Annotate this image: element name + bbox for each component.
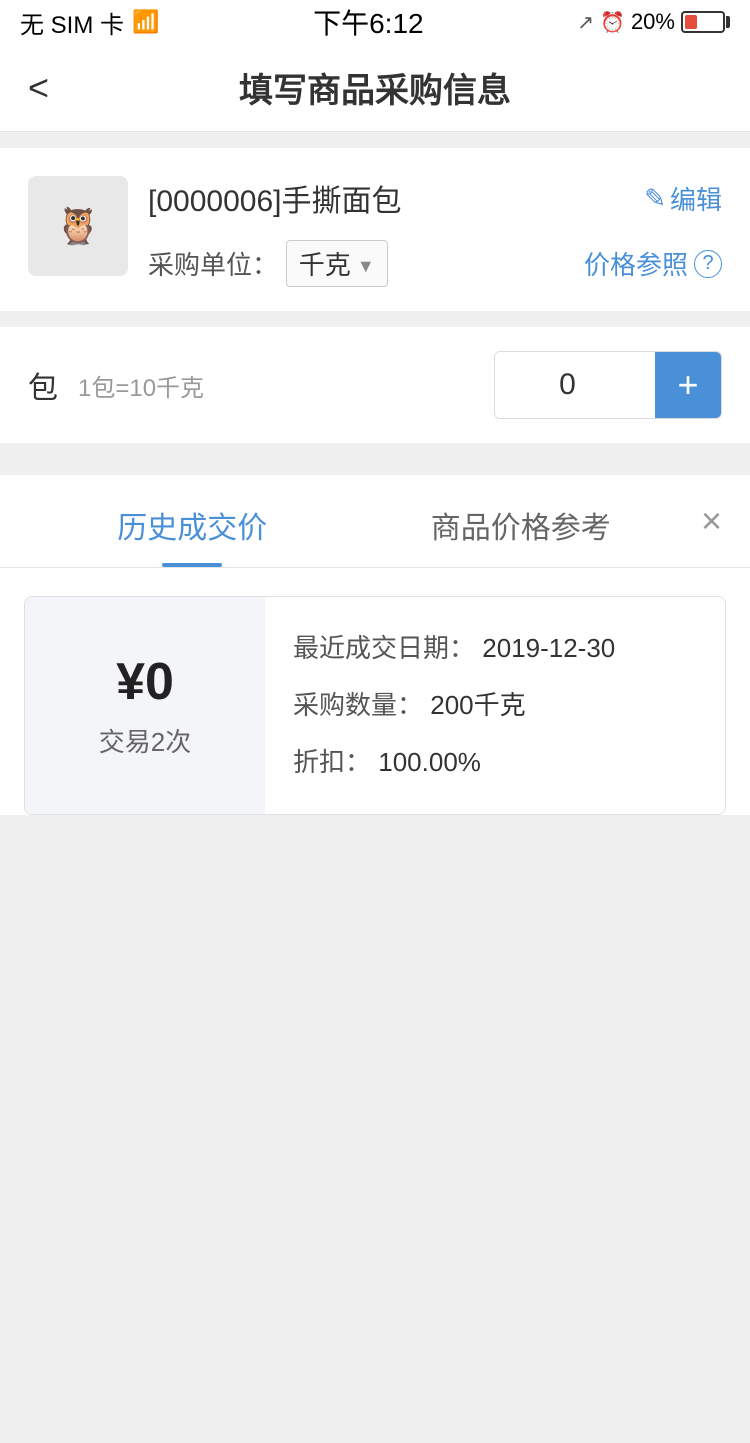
product-name: [0000006]手撕面包	[148, 176, 401, 220]
tabs-close-button[interactable]: ×	[685, 487, 722, 555]
product-card: 🦉 [0000006]手撕面包 编辑 采购单位： 千克	[0, 148, 750, 311]
transaction-qty-value: 200千克	[430, 690, 525, 720]
transaction-qty-row: 采购数量： 200千克	[293, 686, 697, 725]
unit-select[interactable]: 千克	[286, 240, 388, 287]
product-thumbnail: 🦉	[28, 176, 128, 276]
price-ref-button[interactable]: 价格参照 ?	[584, 245, 722, 282]
transaction-details-panel: 最近成交日期： 2019-12-30 采购数量： 200千克 折扣： 100.0…	[265, 597, 725, 814]
tab-history-price[interactable]: 历史成交价	[28, 475, 356, 567]
qty-input-group: +	[494, 351, 722, 419]
status-right: 20%	[577, 9, 730, 35]
carrier-text: 无 SIM 卡	[20, 5, 124, 40]
transaction-date-value: 2019-12-30	[482, 633, 615, 663]
battery-text: 20%	[631, 9, 675, 35]
transaction-discount-value: 100.00%	[378, 747, 481, 777]
status-left: 无 SIM 卡	[20, 5, 159, 40]
qty-input[interactable]	[495, 352, 655, 418]
transaction-price: ¥0	[116, 652, 174, 712]
price-ref-label: 价格参照	[584, 245, 688, 282]
transaction-date-row: 最近成交日期： 2019-12-30	[293, 629, 697, 668]
wifi-icon	[132, 8, 159, 36]
edit-button[interactable]: 编辑	[644, 180, 722, 217]
edit-label: 编辑	[670, 180, 722, 217]
page-rest	[0, 843, 750, 1443]
unit-chevron-icon	[357, 248, 375, 279]
transaction-discount-label: 折扣：	[293, 747, 371, 777]
battery-icon	[681, 11, 730, 33]
qty-unit-hint: 1包=10千克	[78, 368, 474, 403]
divider2	[0, 443, 750, 459]
status-time: 下午6:12	[313, 2, 424, 42]
edit-icon	[644, 183, 666, 214]
alarm-icon	[600, 9, 625, 35]
transaction-price-panel: ¥0 交易2次	[25, 597, 265, 814]
tabs-header: 历史成交价 商品价格参考 ×	[0, 475, 750, 568]
status-bar: 无 SIM 卡 下午6:12 20%	[0, 0, 750, 44]
transaction-discount-row: 折扣： 100.00%	[293, 743, 697, 782]
unit-label: 采购单位：	[148, 250, 278, 280]
help-icon: ?	[694, 250, 722, 278]
transaction-date-label: 最近成交日期：	[293, 633, 475, 663]
qty-plus-button[interactable]: +	[655, 352, 721, 418]
tabs-panel: 历史成交价 商品价格参考 × ¥0 交易2次 最近成交日期： 2019-12-3…	[0, 475, 750, 815]
divider	[0, 311, 750, 327]
quantity-row: 包 1包=10千克 +	[0, 327, 750, 443]
qty-unit-badge: 包	[28, 363, 58, 407]
transaction-card: ¥0 交易2次 最近成交日期： 2019-12-30 采购数量： 200千克 折…	[24, 596, 726, 815]
tab-price-reference[interactable]: 商品价格参考	[356, 475, 684, 567]
back-button[interactable]: <	[28, 67, 49, 109]
unit-value: 千克	[299, 245, 351, 282]
transaction-qty-label: 采购数量：	[293, 690, 423, 720]
navigation-icon	[577, 9, 594, 35]
unit-row-left: 采购单位： 千克	[148, 240, 388, 287]
product-info: [0000006]手撕面包 编辑 采购单位： 千克 价格参照 ?	[148, 176, 722, 287]
transaction-count: 交易2次	[99, 722, 191, 759]
page-title: 填写商品采购信息	[239, 63, 511, 112]
nav-bar: < 填写商品采购信息	[0, 44, 750, 132]
product-image-placeholder: 🦉	[56, 205, 101, 247]
